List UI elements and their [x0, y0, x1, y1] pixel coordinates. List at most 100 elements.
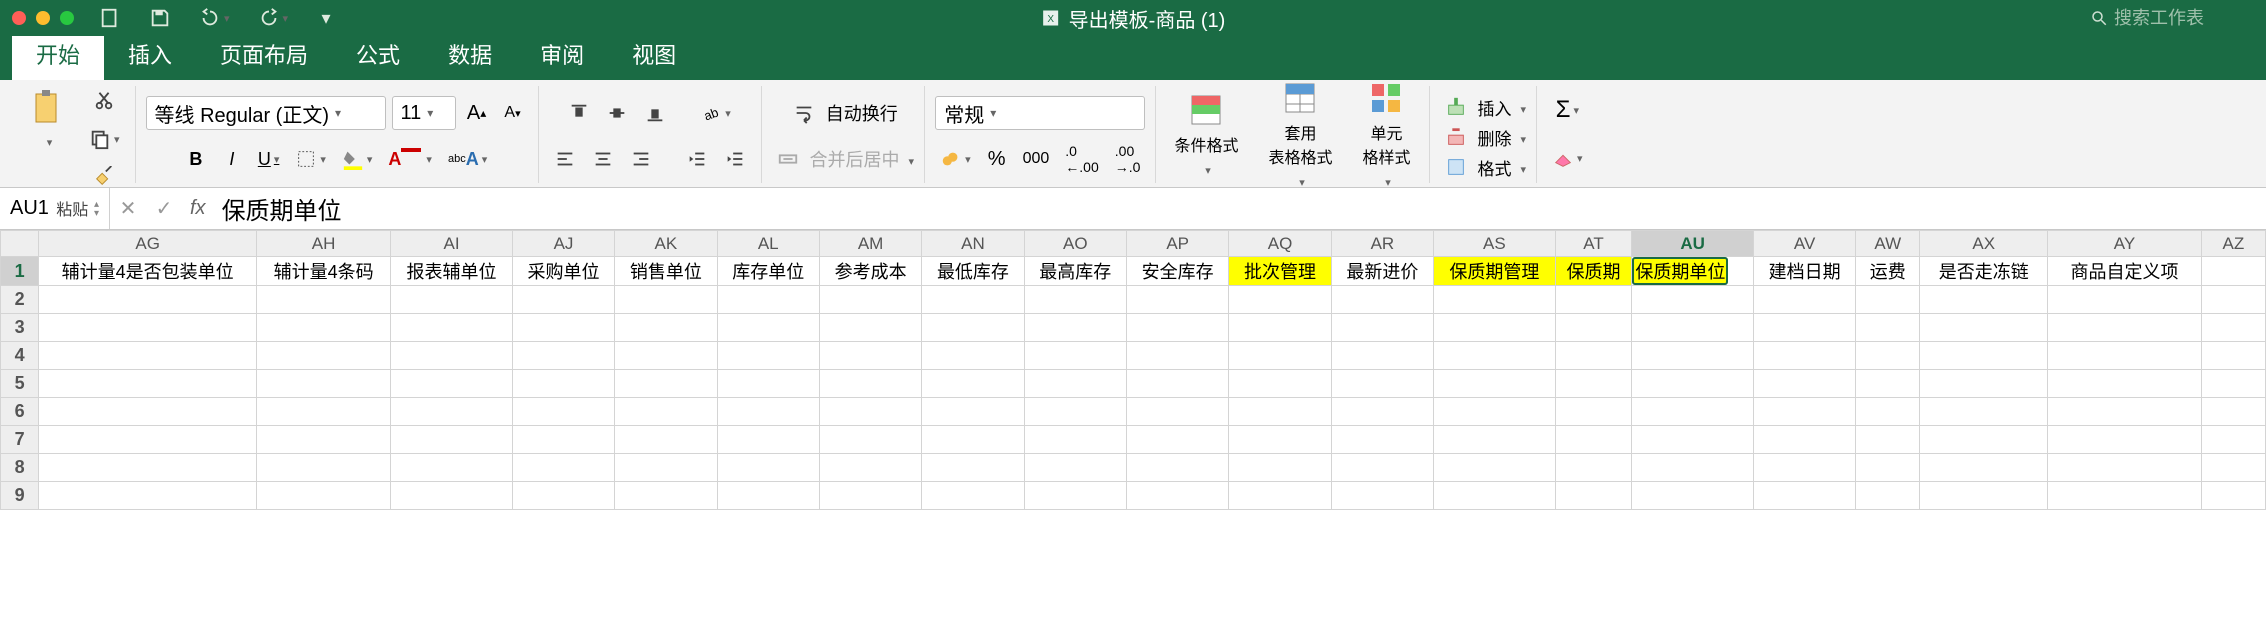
cell-AU8[interactable]: [1632, 454, 1754, 482]
cell-AK2[interactable]: [615, 286, 717, 314]
insert-cells-icon[interactable]: [1440, 92, 1472, 122]
cell-AI8[interactable]: [391, 454, 513, 482]
cell-AW7[interactable]: [1856, 426, 1920, 454]
col-header-AK[interactable]: AK: [615, 231, 717, 257]
comma-format-button[interactable]: 000: [1018, 144, 1055, 174]
cell-AQ5[interactable]: [1229, 370, 1331, 398]
col-header-AW[interactable]: AW: [1856, 231, 1920, 257]
cell-AK3[interactable]: [615, 314, 717, 342]
row-header-8[interactable]: 8: [1, 454, 39, 482]
sheet-search-input[interactable]: [2114, 8, 2254, 29]
cell-AM1[interactable]: 参考成本: [819, 257, 921, 286]
accounting-format-button[interactable]: [935, 144, 976, 174]
cell-AN4[interactable]: [922, 342, 1024, 370]
cell-AO6[interactable]: [1024, 398, 1126, 426]
cell-AG9[interactable]: [39, 482, 257, 510]
col-header-AP[interactable]: AP: [1126, 231, 1228, 257]
cell-AL6[interactable]: [717, 398, 819, 426]
copy-button[interactable]: [84, 124, 125, 154]
col-header-AR[interactable]: AR: [1331, 231, 1433, 257]
cell-AQ2[interactable]: [1229, 286, 1331, 314]
cell-AX5[interactable]: [1920, 370, 2048, 398]
cell-AM5[interactable]: [819, 370, 921, 398]
cell-AH6[interactable]: [256, 398, 390, 426]
tab-home[interactable]: 开始: [12, 30, 104, 80]
cell-AT1[interactable]: 保质期: [1555, 257, 1632, 286]
cell-AN9[interactable]: [922, 482, 1024, 510]
cell-AR9[interactable]: [1331, 482, 1433, 510]
cell-AI6[interactable]: [391, 398, 513, 426]
cell-AV8[interactable]: [1753, 454, 1855, 482]
wrap-text-icon[interactable]: [788, 98, 820, 128]
cell-AX9[interactable]: [1920, 482, 2048, 510]
fx-label[interactable]: fx: [182, 197, 214, 220]
cell-AP3[interactable]: [1126, 314, 1228, 342]
cell-AP7[interactable]: [1126, 426, 1228, 454]
cell-AS5[interactable]: [1434, 370, 1556, 398]
format-cells-button[interactable]: 格式: [1478, 155, 1512, 180]
paste-button[interactable]: [20, 86, 76, 153]
cell-AW9[interactable]: [1856, 482, 1920, 510]
autosum-button[interactable]: Σ: [1551, 95, 1584, 125]
cell-AJ1[interactable]: 采购单位: [512, 257, 614, 286]
undo-button[interactable]: [194, 3, 235, 33]
align-center-button[interactable]: [587, 144, 619, 174]
col-header-AM[interactable]: AM: [819, 231, 921, 257]
col-header-AJ[interactable]: AJ: [512, 231, 614, 257]
cell-AH5[interactable]: [256, 370, 390, 398]
cell-AL1[interactable]: 库存单位: [717, 257, 819, 286]
cell-AM3[interactable]: [819, 314, 921, 342]
cell-AM9[interactable]: [819, 482, 921, 510]
tab-formulas[interactable]: 公式: [332, 30, 424, 80]
cell-AG1[interactable]: 辅计量4是否包装单位: [39, 257, 257, 286]
cell-AW8[interactable]: [1856, 454, 1920, 482]
cell-AM8[interactable]: [819, 454, 921, 482]
cell-AL3[interactable]: [717, 314, 819, 342]
row-header-6[interactable]: 6: [1, 398, 39, 426]
row-header-5[interactable]: 5: [1, 370, 39, 398]
tab-insert[interactable]: 插入: [104, 30, 196, 80]
cell-AY4[interactable]: [2048, 342, 2202, 370]
cell-AM2[interactable]: [819, 286, 921, 314]
cell-AY5[interactable]: [2048, 370, 2202, 398]
cell-AY7[interactable]: [2048, 426, 2202, 454]
cell-AT9[interactable]: [1555, 482, 1632, 510]
cell-AM4[interactable]: [819, 342, 921, 370]
delete-cells-button[interactable]: 删除: [1478, 125, 1512, 150]
cell-AU1[interactable]: 保质期单位: [1632, 257, 1728, 285]
cell-AJ6[interactable]: [512, 398, 614, 426]
cell-AQ6[interactable]: [1229, 398, 1331, 426]
cell-AZ1[interactable]: [2201, 257, 2265, 286]
cell-styles-button[interactable]: 单元 格样式: [1354, 76, 1418, 193]
formula-input[interactable]: [214, 195, 2266, 223]
cell-AO5[interactable]: [1024, 370, 1126, 398]
cell-AZ3[interactable]: [2201, 314, 2265, 342]
cell-AI9[interactable]: [391, 482, 513, 510]
cell-AX6[interactable]: [1920, 398, 2048, 426]
qat-customize-button[interactable]: ▾: [311, 3, 341, 33]
phonetic-button[interactable]: abcA: [443, 144, 492, 174]
cell-AG4[interactable]: [39, 342, 257, 370]
cell-AJ2[interactable]: [512, 286, 614, 314]
cell-AZ8[interactable]: [2201, 454, 2265, 482]
cell-AX1[interactable]: 是否走冻链: [1920, 257, 2048, 286]
maximize-window-button[interactable]: [60, 11, 74, 25]
cell-AY1[interactable]: 商品自定义项: [2048, 257, 2202, 286]
cell-AO9[interactable]: [1024, 482, 1126, 510]
clear-button[interactable]: [1547, 144, 1588, 174]
cell-AO8[interactable]: [1024, 454, 1126, 482]
col-header-AX[interactable]: AX: [1920, 231, 2048, 257]
cell-AN5[interactable]: [922, 370, 1024, 398]
row-header-3[interactable]: 3: [1, 314, 39, 342]
tab-data[interactable]: 数据: [424, 30, 516, 80]
col-header-AS[interactable]: AS: [1434, 231, 1556, 257]
cell-AQ1[interactable]: 批次管理: [1229, 257, 1331, 286]
accept-formula-button[interactable]: ✓: [146, 196, 182, 221]
border-button[interactable]: [290, 144, 331, 174]
col-header-AY[interactable]: AY: [2048, 231, 2202, 257]
tab-view[interactable]: 视图: [608, 30, 700, 80]
cell-AU4[interactable]: [1632, 342, 1754, 370]
increase-decimal-button[interactable]: .0←.00: [1060, 144, 1103, 174]
cell-AW3[interactable]: [1856, 314, 1920, 342]
italic-button[interactable]: I: [217, 144, 247, 174]
